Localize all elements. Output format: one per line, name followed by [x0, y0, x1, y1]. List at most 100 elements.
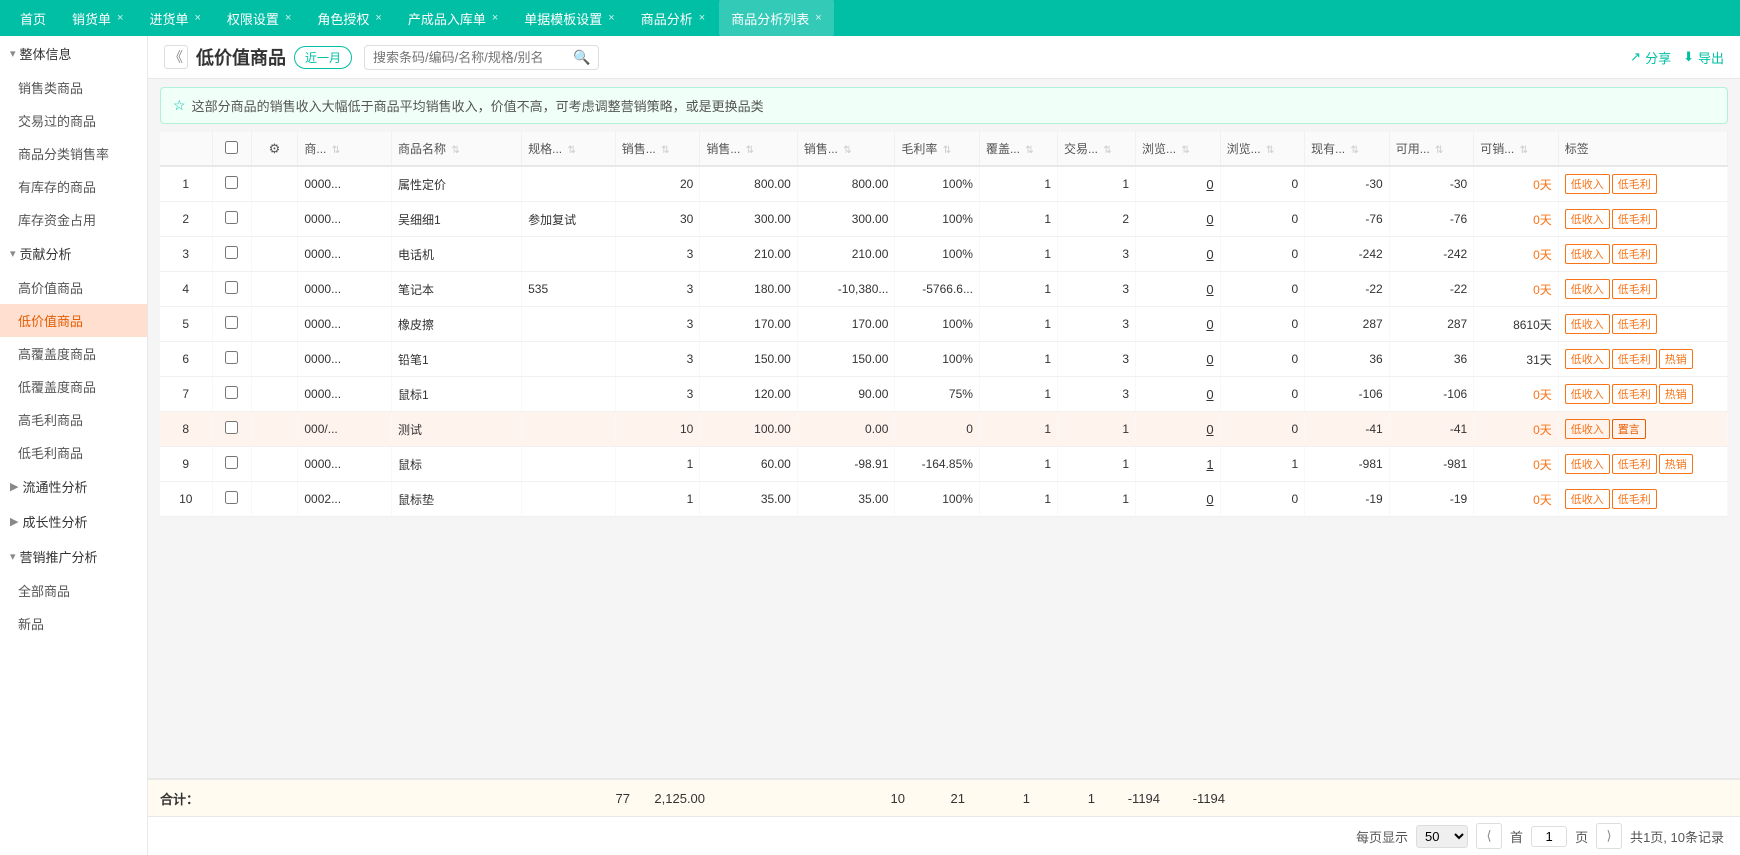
cell-avail: -30	[1389, 166, 1474, 202]
cell-gross-rate: -164.85%	[895, 447, 980, 482]
row-checkbox[interactable]	[225, 316, 238, 329]
info-banner: ☆ 这部分商品的销售收入大幅低于商品平均销售收入，价值不高，可考虑调整营销策略，…	[160, 87, 1728, 124]
nav-template-settings[interactable]: 单据模板设置 ×	[512, 0, 626, 36]
nav-product-warehouse[interactable]: 产成品入库单 ×	[396, 0, 510, 36]
collapse-button[interactable]: 《	[164, 45, 188, 69]
cell-trade: 3	[1058, 307, 1136, 342]
first-page-button[interactable]: ⟨	[1476, 823, 1502, 849]
sidebar-item-category-rate[interactable]: 商品分类销售率	[0, 137, 147, 170]
browse1-value[interactable]: 0	[1206, 492, 1213, 507]
next-page-button[interactable]: ⟩	[1596, 823, 1622, 849]
info-icon: ☆	[173, 97, 186, 114]
sidebar-item-new-goods[interactable]: 新品	[0, 607, 147, 640]
close-icon[interactable]: ×	[699, 12, 705, 24]
row-checkbox[interactable]	[225, 456, 238, 469]
cell-actions	[251, 272, 298, 307]
tag-badge: 置言	[1612, 419, 1646, 439]
cell-gross-rate: 100%	[895, 202, 980, 237]
sidebar-item-stock-goods[interactable]: 有库存的商品	[0, 170, 147, 203]
tag-badge: 低收入	[1565, 419, 1610, 439]
settings-icon[interactable]: ⚙	[269, 141, 281, 156]
sidebar-item-high-value[interactable]: 高价值商品	[0, 271, 147, 304]
chevron-right-icon: ▶	[10, 515, 18, 528]
cell-browse1: 0	[1136, 166, 1221, 202]
cell-browse1: 0	[1136, 237, 1221, 272]
sidebar-item-low-margin[interactable]: 低毛利商品	[0, 436, 147, 469]
cell-cover: 1	[979, 272, 1057, 307]
close-icon[interactable]: ×	[285, 12, 291, 24]
sidebar-item-stock-fund[interactable]: 库存资金占用	[0, 203, 147, 236]
sidebar-group-overall[interactable]: ▾ 整体信息	[0, 36, 147, 71]
browse1-value[interactable]: 0	[1206, 212, 1213, 227]
sidebar-item-high-coverage[interactable]: 高覆盖度商品	[0, 337, 147, 370]
close-icon[interactable]: ×	[194, 12, 200, 24]
browse1-value[interactable]: 0	[1206, 247, 1213, 262]
close-icon[interactable]: ×	[117, 12, 123, 24]
col-header-sales-qty: 销售... ⇅	[615, 132, 700, 166]
browse1-value[interactable]: 1	[1206, 457, 1213, 472]
data-table: ⚙ 商... ⇅ 商品名称 ⇅ 规格... ⇅ 销售... ⇅ 销售... ⇅ …	[160, 132, 1728, 517]
cell-sellable: 0天	[1474, 377, 1559, 412]
cell-current: -19	[1305, 482, 1390, 517]
close-icon[interactable]: ×	[375, 12, 381, 24]
tag-badge: 低毛利	[1612, 314, 1657, 334]
cell-sales-profit: 0.00	[797, 412, 895, 447]
browse1-value[interactable]: 0	[1206, 177, 1213, 192]
sidebar-group-marketing[interactable]: ▾ 营销推广分析	[0, 539, 147, 574]
filter-recent-month-button[interactable]: 近一月	[294, 46, 352, 69]
row-checkbox[interactable]	[225, 281, 238, 294]
browse1-value[interactable]: 0	[1206, 282, 1213, 297]
search-input[interactable]	[373, 50, 573, 65]
share-button[interactable]: ↗ 分享	[1630, 48, 1671, 67]
col-header-sales-profit: 销售... ⇅	[797, 132, 895, 166]
row-checkbox[interactable]	[225, 491, 238, 504]
browse1-value[interactable]: 0	[1206, 422, 1213, 437]
sidebar-item-traded-goods[interactable]: 交易过的商品	[0, 104, 147, 137]
row-checkbox[interactable]	[225, 351, 238, 364]
close-icon[interactable]: ×	[608, 12, 614, 24]
cell-check	[212, 482, 251, 517]
nav-home[interactable]: 首页	[8, 0, 58, 36]
cell-browse2: 0	[1220, 482, 1305, 517]
sidebar-group-contribution[interactable]: ▾ 贡献分析	[0, 236, 147, 271]
search-icon[interactable]: 🔍	[573, 49, 590, 66]
sidebar-item-low-coverage[interactable]: 低覆盖度商品	[0, 370, 147, 403]
close-icon[interactable]: ×	[492, 12, 498, 24]
row-checkbox[interactable]	[225, 246, 238, 259]
sidebar-group-growth[interactable]: ▶ 成长性分析	[0, 504, 147, 539]
per-page-select[interactable]: 50 10 20 100	[1416, 825, 1468, 848]
nav-sales-order[interactable]: 销货单 ×	[60, 0, 135, 36]
row-checkbox[interactable]	[225, 421, 238, 434]
row-checkbox[interactable]	[225, 176, 238, 189]
select-all-checkbox[interactable]	[225, 141, 238, 154]
sidebar-group-circulation[interactable]: ▶ 流通性分析	[0, 469, 147, 504]
cell-spec: 参加复试	[522, 202, 616, 237]
page-number-input[interactable]	[1531, 826, 1567, 847]
sidebar-item-high-margin[interactable]: 高毛利商品	[0, 403, 147, 436]
nav-role-auth[interactable]: 角色授权 ×	[305, 0, 393, 36]
table-row: 9 0000... 鼠标 1 60.00 -98.91 -164.85% 1 1…	[160, 447, 1728, 482]
close-icon[interactable]: ×	[815, 12, 821, 24]
nav-product-analysis-list[interactable]: 商品分析列表 ×	[719, 0, 833, 36]
nav-purchase-order[interactable]: 进货单 ×	[137, 0, 212, 36]
nav-product-analysis[interactable]: 商品分析 ×	[629, 0, 717, 36]
table-row: 5 0000... 橡皮擦 3 170.00 170.00 100% 1 3 0…	[160, 307, 1728, 342]
sidebar-item-sales-goods[interactable]: 销售类商品	[0, 71, 147, 104]
nav-permission-settings[interactable]: 权限设置 ×	[215, 0, 303, 36]
table-row: 10 0002... 鼠标垫 1 35.00 35.00 100% 1 1 0 …	[160, 482, 1728, 517]
row-checkbox[interactable]	[225, 211, 238, 224]
cell-sellable: 0天	[1474, 166, 1559, 202]
cell-trade: 1	[1058, 412, 1136, 447]
chevron-down-icon: ▾	[10, 47, 16, 60]
sidebar-item-all-goods[interactable]: 全部商品	[0, 574, 147, 607]
table-row: 4 0000... 笔记本 535 3 180.00 -10,380... -5…	[160, 272, 1728, 307]
export-button[interactable]: ⬇ 导出	[1683, 48, 1724, 67]
browse1-value[interactable]: 0	[1206, 352, 1213, 367]
row-checkbox[interactable]	[225, 386, 238, 399]
sidebar-item-low-value[interactable]: 低价值商品	[0, 304, 147, 337]
cell-browse2: 1	[1220, 447, 1305, 482]
cell-spec	[522, 482, 616, 517]
browse1-value[interactable]: 0	[1206, 387, 1213, 402]
tag-badge: 低收入	[1565, 384, 1610, 404]
browse1-value[interactable]: 0	[1206, 317, 1213, 332]
